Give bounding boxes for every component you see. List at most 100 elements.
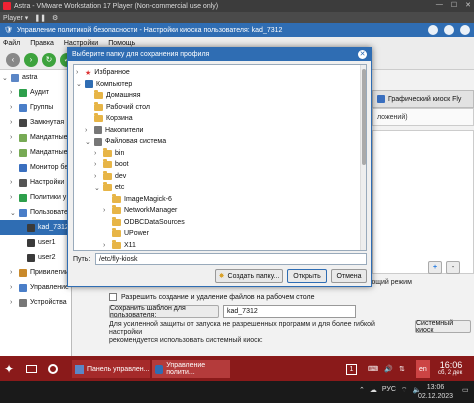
create-folder-button[interactable]: ✸ Создать папку... bbox=[215, 269, 283, 283]
menu-edit[interactable]: Правка bbox=[30, 40, 54, 47]
app-minimize-icon[interactable] bbox=[428, 25, 438, 35]
left-tree-item[interactable]: › Управление bbox=[0, 280, 71, 295]
maximize-icon[interactable]: ☐ bbox=[451, 1, 457, 9]
allow-files-label: Разрешить создание и удаление файлов на … bbox=[121, 293, 315, 301]
menu-settings[interactable]: Настройки bbox=[64, 40, 98, 47]
allow-files-checkbox[interactable] bbox=[109, 293, 117, 301]
left-tree-item[interactable]: › Аудит bbox=[0, 85, 71, 100]
left-tree-item[interactable]: Монитор бе bbox=[0, 160, 71, 175]
menu-file[interactable]: Файл bbox=[3, 40, 20, 47]
folder-icon bbox=[112, 205, 121, 214]
clock[interactable]: 16:06 сб, 2 дек bbox=[438, 360, 462, 378]
left-tree-item[interactable]: ⌄ Пользовате bbox=[0, 205, 71, 220]
host-clock[interactable]: 13:06 02.12.2023 bbox=[418, 383, 453, 401]
save-template-button[interactable]: Сохранить шаблон для пользователя: bbox=[109, 305, 219, 319]
host-up-arrow-icon[interactable]: ⌃ bbox=[359, 386, 365, 395]
tab-graphical-kiosk[interactable]: Графический киоск Fly bbox=[372, 90, 474, 108]
keyboard-icon[interactable]: ⌨ bbox=[368, 360, 378, 378]
host-notification-icon[interactable]: ▭ bbox=[462, 386, 469, 394]
volume-icon[interactable]: 🔊 bbox=[384, 360, 393, 378]
close-icon[interactable]: ✕ bbox=[465, 1, 471, 9]
expand-arrow-icon[interactable]: › bbox=[10, 179, 16, 186]
back-icon[interactable]: ‹ bbox=[6, 52, 20, 67]
taskbar-app-security[interactable]: Управление полити... bbox=[152, 360, 230, 378]
refresh-icon[interactable]: ↻ bbox=[42, 52, 56, 67]
allow-files-row[interactable]: Разрешить создание и удаление файлов на … bbox=[109, 291, 369, 303]
expand-arrow-icon[interactable]: › bbox=[103, 242, 109, 249]
network-icon[interactable]: ⇅ bbox=[399, 360, 405, 378]
player-menu[interactable]: Player ▾ bbox=[3, 14, 28, 22]
expand-arrow-icon[interactable]: › bbox=[103, 207, 109, 214]
expand-arrow-icon[interactable]: › bbox=[94, 150, 100, 157]
pause-icon[interactable]: ❚❚ bbox=[34, 14, 46, 22]
minimize-icon[interactable]: — bbox=[436, 1, 443, 9]
expand-arrow-icon[interactable]: › bbox=[76, 69, 82, 76]
left-tree-item[interactable]: › Настройки bbox=[0, 175, 71, 190]
left-tree-item[interactable]: kad_7312 bbox=[0, 220, 71, 235]
folder-tree-label: Домашняя bbox=[106, 92, 141, 99]
left-tree-item[interactable]: › Замкнутая bbox=[0, 115, 71, 130]
add-button[interactable]: + bbox=[428, 261, 442, 274]
left-tree-item[interactable]: user1 bbox=[0, 235, 71, 250]
left-tree-item[interactable]: › Мандатные bbox=[0, 130, 71, 145]
expand-arrow-icon[interactable]: › bbox=[10, 119, 16, 126]
cancel-button[interactable]: Отмена bbox=[331, 269, 367, 283]
expand-arrow-icon[interactable]: › bbox=[10, 149, 16, 156]
desktop-switcher[interactable]: 1 bbox=[346, 360, 357, 378]
expand-arrow-icon[interactable]: › bbox=[10, 134, 16, 141]
show-desktop-button[interactable] bbox=[26, 360, 37, 378]
menu-help[interactable]: Помощь bbox=[108, 40, 135, 47]
expand-arrow-icon[interactable]: › bbox=[94, 161, 100, 168]
expand-arrow-icon[interactable]: › bbox=[10, 284, 16, 291]
left-tree-item[interactable]: › Привилегии bbox=[0, 265, 71, 280]
apps-list[interactable] bbox=[372, 130, 474, 274]
left-tree-item[interactable]: › Мандатные bbox=[0, 145, 71, 160]
template-user-input[interactable]: kad_7312 bbox=[223, 305, 356, 318]
expand-arrow-icon[interactable]: › bbox=[94, 173, 100, 180]
expand-arrow-icon[interactable]: ⌄ bbox=[2, 74, 8, 82]
folder-tree-scrollbar[interactable] bbox=[360, 65, 366, 250]
dialog-close-icon[interactable]: ✕ bbox=[358, 50, 367, 59]
taskbar-app-control-panel[interactable]: Панель управлен... bbox=[72, 360, 150, 378]
system-kiosk-button[interactable]: Системный киоск bbox=[415, 320, 471, 334]
security-app-icon bbox=[155, 364, 164, 374]
folder-tree-label: bin bbox=[115, 149, 125, 157]
expand-arrow-icon[interactable]: › bbox=[10, 104, 16, 111]
expand-arrow-icon[interactable]: › bbox=[10, 89, 16, 96]
expand-arrow-icon[interactable]: ⌄ bbox=[85, 138, 91, 146]
tree-node-icon bbox=[19, 133, 27, 142]
start-menu-button[interactable]: ✦ bbox=[4, 360, 14, 378]
app-maximize-icon[interactable] bbox=[444, 25, 454, 35]
host-cloud-icon[interactable]: ☁ bbox=[370, 386, 377, 395]
host-wifi-icon[interactable]: ⌔ bbox=[401, 386, 408, 395]
expand-arrow-icon[interactable]: ⌄ bbox=[94, 184, 100, 192]
open-button[interactable]: Открыть bbox=[287, 269, 327, 283]
browser-button[interactable] bbox=[48, 360, 58, 378]
left-tree-item[interactable]: › Группы bbox=[0, 100, 71, 115]
forward-icon[interactable]: › bbox=[24, 52, 38, 67]
left-tree-item[interactable]: › Политики у bbox=[0, 190, 71, 205]
mode-text: ющий режим bbox=[370, 279, 412, 286]
expand-arrow-icon[interactable]: ⌄ bbox=[76, 80, 82, 88]
folder-icon bbox=[103, 147, 112, 157]
expand-arrow-icon[interactable]: › bbox=[10, 299, 16, 306]
app-close-icon[interactable] bbox=[460, 25, 470, 35]
folder-icon bbox=[112, 228, 121, 237]
remove-button[interactable]: - bbox=[446, 261, 460, 274]
path-input[interactable]: /etc/fly-kiosk bbox=[95, 253, 367, 265]
language-indicator[interactable]: en bbox=[416, 360, 430, 378]
tree-node-icon bbox=[19, 178, 27, 187]
tree-node-icon bbox=[19, 118, 27, 127]
folder-icon bbox=[112, 239, 121, 249]
vm-settings-icon[interactable]: ⚙ bbox=[52, 14, 58, 22]
expand-arrow-icon[interactable]: ⌄ bbox=[10, 209, 16, 217]
expand-arrow-icon[interactable]: › bbox=[10, 194, 16, 201]
folder-icon bbox=[103, 159, 112, 168]
left-tree-item[interactable]: › Устройства bbox=[0, 295, 71, 310]
expand-arrow-icon[interactable]: › bbox=[85, 127, 91, 134]
expand-arrow-icon[interactable]: › bbox=[10, 269, 16, 276]
left-tree-item[interactable]: ⌄ astra bbox=[0, 70, 71, 85]
left-tree-item[interactable]: user2 bbox=[0, 250, 71, 265]
host-lang[interactable]: РУС bbox=[382, 386, 396, 395]
folder-tree-item[interactable]: › X11 bbox=[103, 239, 136, 251]
